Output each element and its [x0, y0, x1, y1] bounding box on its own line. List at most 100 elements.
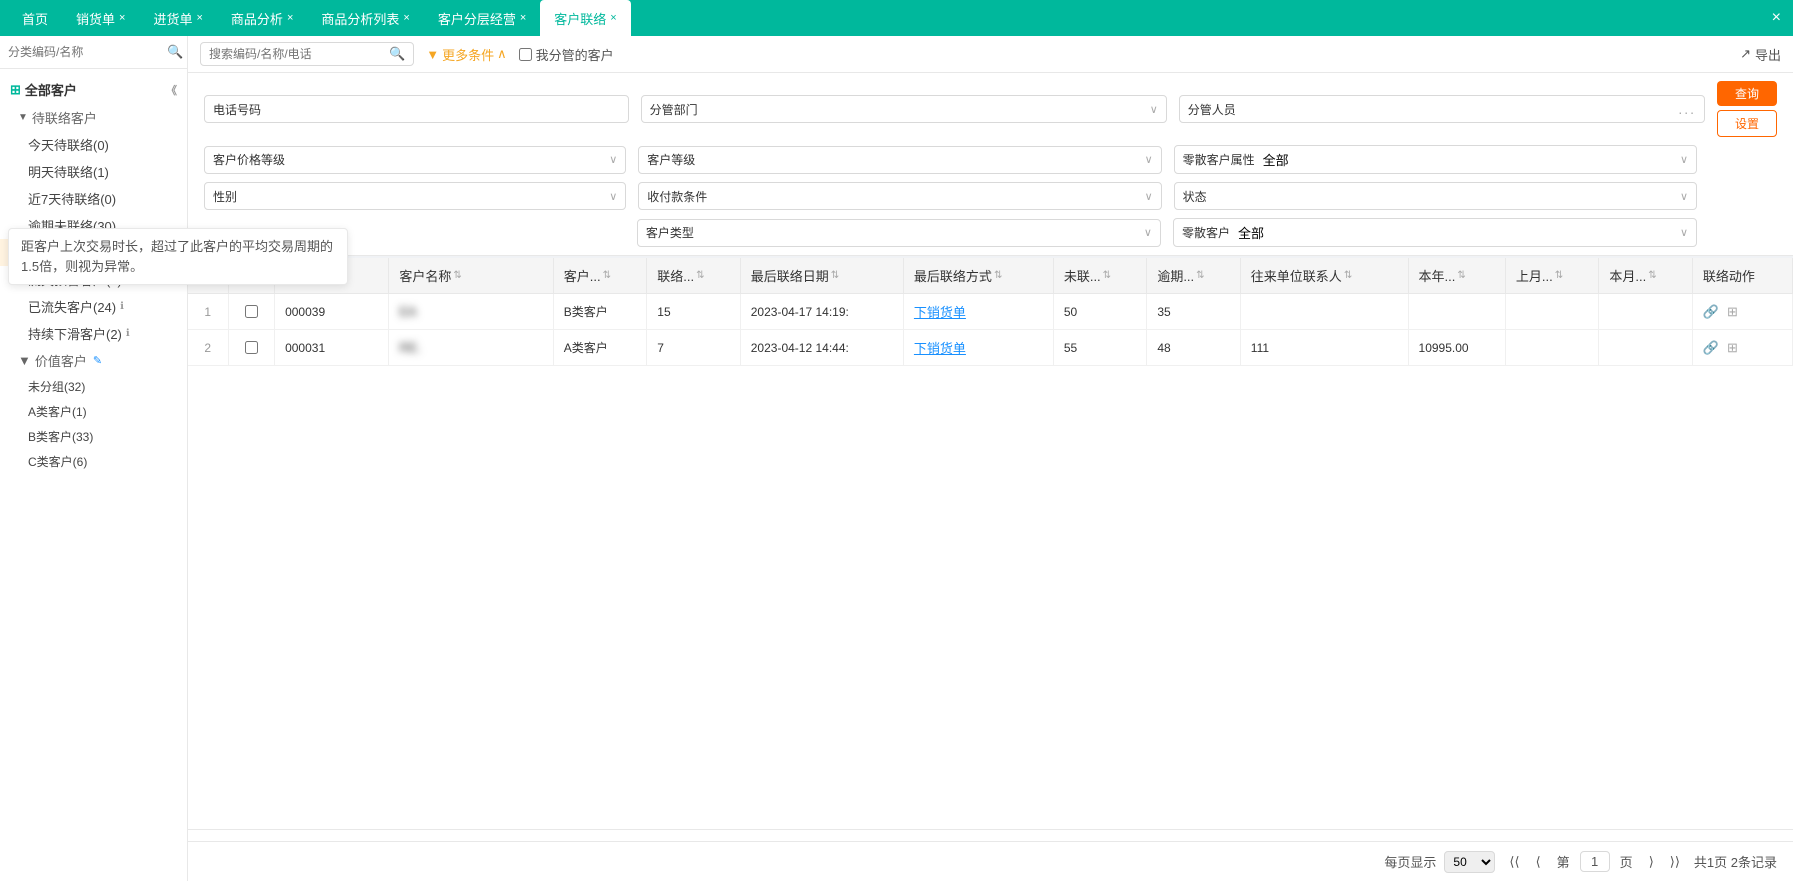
retail-attr-field[interactable]: 零散客户属性 全部 ∨ — [1174, 145, 1697, 174]
nav-purchase-order[interactable]: 进货单 × — [139, 0, 216, 36]
export-button[interactable]: ↗ 导出 — [1740, 45, 1781, 64]
page-unit: 页 — [1614, 850, 1639, 873]
retail-customer-value: 全部 — [1238, 223, 1264, 242]
last-page-icon[interactable]: ⟩⟩ — [1664, 852, 1686, 872]
row1-method-link[interactable]: 下销货单 — [914, 305, 966, 320]
nav-product-analysis[interactable]: 商品分析 × — [217, 0, 307, 36]
department-field[interactable]: 分管部门 ∨ — [641, 95, 1167, 123]
edit-icon[interactable]: ✎ — [93, 354, 102, 367]
collapse-icon[interactable]: 《 — [166, 82, 177, 98]
sidebar-item-b-class[interactable]: B类客户(33) — [0, 424, 187, 449]
query-button[interactable]: 查询 — [1717, 81, 1777, 106]
row2-qr-icon[interactable]: ⊞ — [1727, 340, 1738, 356]
th-type[interactable]: 客户...⇅ — [553, 258, 646, 294]
nav-sales-order[interactable]: 销货单 × — [62, 0, 139, 36]
horizontal-scrollbar[interactable] — [188, 829, 1793, 841]
row1-overdue: 35 — [1147, 294, 1240, 330]
row1-last-month — [1505, 294, 1598, 330]
th-last-month[interactable]: 上月...⇅ — [1505, 258, 1598, 294]
manager-field[interactable]: 分管人员 ... — [1179, 95, 1705, 123]
row2-checkbox-cell — [228, 330, 275, 366]
row1-last-method[interactable]: 下销货单 — [903, 294, 1053, 330]
row1-qr-icon[interactable]: ⊞ — [1727, 304, 1738, 320]
search-input[interactable] — [209, 47, 389, 61]
current-page-input[interactable]: 1 — [1580, 851, 1610, 872]
grid-icon: ⊞ — [10, 82, 21, 98]
search-icon[interactable]: 🔍 — [389, 46, 405, 62]
sidebar-item-c-class[interactable]: C类客户(6) — [0, 449, 187, 474]
close-purchase-icon[interactable]: × — [196, 12, 202, 24]
th-overdue[interactable]: 逾期...⇅ — [1147, 258, 1240, 294]
first-page-icon[interactable]: ⟨⟨ — [1503, 852, 1525, 872]
row2-last-method[interactable]: 下销货单 — [903, 330, 1053, 366]
row2-checkbox[interactable] — [245, 341, 258, 354]
my-customers-label: 我分管的客户 — [536, 45, 614, 64]
sort-month-icon: ⇅ — [1648, 270, 1656, 281]
th-uncontact[interactable]: 未联...⇅ — [1053, 258, 1146, 294]
more-conditions-button[interactable]: ▼ 更多条件 ∧ — [426, 45, 506, 64]
close-sales-icon[interactable]: × — [119, 12, 125, 24]
row1-link-icon[interactable]: 🔗 — [1703, 304, 1719, 320]
filter-row-3: 性别 ∨ 收付款条件 ∨ 状态 ∨ — [204, 182, 1777, 210]
phone-label: 电话号码 — [213, 101, 261, 118]
total-records-label: 共1页 2条记录 — [1694, 852, 1777, 871]
customer-level-chevron: ∨ — [1145, 153, 1153, 166]
th-contact-count[interactable]: 联络...⇅ — [647, 258, 740, 294]
sidebar-item-tomorrow[interactable]: 明天待联络(1) — [0, 158, 187, 185]
retail-attr-chevron: ∨ — [1680, 153, 1688, 166]
pending-contact-group[interactable]: ▼ 待联络客户 — [0, 104, 187, 131]
sidebar-item-declining[interactable]: 持续下滑客户(2) ℹ — [0, 320, 187, 347]
close-tiering-icon[interactable]: × — [520, 12, 526, 24]
status-field[interactable]: 状态 ∨ — [1174, 182, 1697, 210]
export-label: 导出 — [1755, 45, 1781, 64]
nav-customer-tiering[interactable]: 客户分层经营 × — [424, 0, 540, 36]
price-level-field[interactable]: 客户价格等级 ∨ — [204, 146, 626, 174]
table-body: 1 000039 EA B类客户 15 2023-04-17 14:19: 下销… — [188, 294, 1793, 366]
sidebar-item-a-class[interactable]: A类客户(1) — [0, 399, 187, 424]
retail-customer-field[interactable]: 零散客户 全部 ∨ — [1173, 218, 1697, 247]
nav-customer-contact[interactable]: 客户联络 × — [540, 0, 630, 36]
filter-bar-top: 🔍 ▼ 更多条件 ∧ 我分管的客户 ↗ 导出 — [188, 36, 1793, 73]
nav-product-analysis-list[interactable]: 商品分析列表 × — [307, 0, 423, 36]
per-page-select[interactable]: 50 100 200 — [1444, 851, 1495, 873]
status-label: 状态 — [1183, 188, 1207, 205]
row2-link-icon[interactable]: 🔗 — [1703, 340, 1719, 356]
all-customers-header[interactable]: ⊞ 全部客户 《 — [0, 75, 187, 104]
sort-contact-icon: ⇅ — [696, 270, 704, 281]
sidebar-search-icon[interactable]: 🔍 — [167, 44, 183, 60]
close-all-button[interactable]: × — [1772, 9, 1781, 27]
my-customers-check[interactable] — [519, 48, 532, 61]
payment-field[interactable]: 收付款条件 ∨ — [638, 182, 1161, 210]
next-page-icon[interactable]: ⟩ — [1643, 852, 1660, 872]
row2-actions: 🔗 ⊞ — [1692, 330, 1792, 366]
sidebar-item-lost[interactable]: 已流失客户(24) ℹ — [0, 293, 187, 320]
th-this-month[interactable]: 本月...⇅ — [1599, 258, 1692, 294]
gender-field[interactable]: 性别 ∨ — [204, 182, 626, 210]
th-name[interactable]: 客户名称⇅ — [389, 258, 553, 294]
value-group-header[interactable]: ▼ 价值客户 ✎ — [0, 347, 187, 374]
close-product-analysis-icon[interactable]: × — [287, 12, 293, 24]
manager-dots: ... — [1678, 101, 1696, 117]
sidebar-item-today[interactable]: 今天待联络(0) — [0, 131, 187, 158]
th-last-contact-date[interactable]: 最后联络日期⇅ — [740, 258, 903, 294]
close-contact-icon[interactable]: × — [610, 12, 616, 24]
sidebar-item-7days[interactable]: 近7天待联络(0) — [0, 185, 187, 212]
row1-checkbox[interactable] — [245, 305, 258, 318]
tomorrow-label: 明天待联络(1) — [28, 162, 109, 181]
row2-method-link[interactable]: 下销货单 — [914, 341, 966, 356]
customer-type-chevron: ∨ — [1144, 226, 1152, 239]
customer-level-field[interactable]: 客户等级 ∨ — [638, 146, 1161, 174]
sidebar-search-input[interactable] — [8, 45, 163, 59]
triangle-icon: ▼ — [18, 112, 28, 123]
my-customers-checkbox[interactable]: 我分管的客户 — [519, 45, 614, 64]
th-unit-contact[interactable]: 往来单位联系人⇅ — [1240, 258, 1408, 294]
settings-button[interactable]: 设置 — [1717, 110, 1777, 137]
phone-field[interactable]: 电话号码 — [204, 95, 629, 123]
close-product-list-icon[interactable]: × — [403, 12, 409, 24]
nav-home[interactable]: 首页 — [8, 0, 62, 36]
th-last-contact-method[interactable]: 最后联络方式⇅ — [903, 258, 1053, 294]
customer-type-field[interactable]: 客户类型 ∨ — [637, 219, 1161, 247]
th-this-year[interactable]: 本年...⇅ — [1408, 258, 1505, 294]
prev-page-icon[interactable]: ⟨ — [1530, 852, 1547, 872]
sidebar-item-unclassified[interactable]: 未分组(32) — [0, 374, 187, 399]
